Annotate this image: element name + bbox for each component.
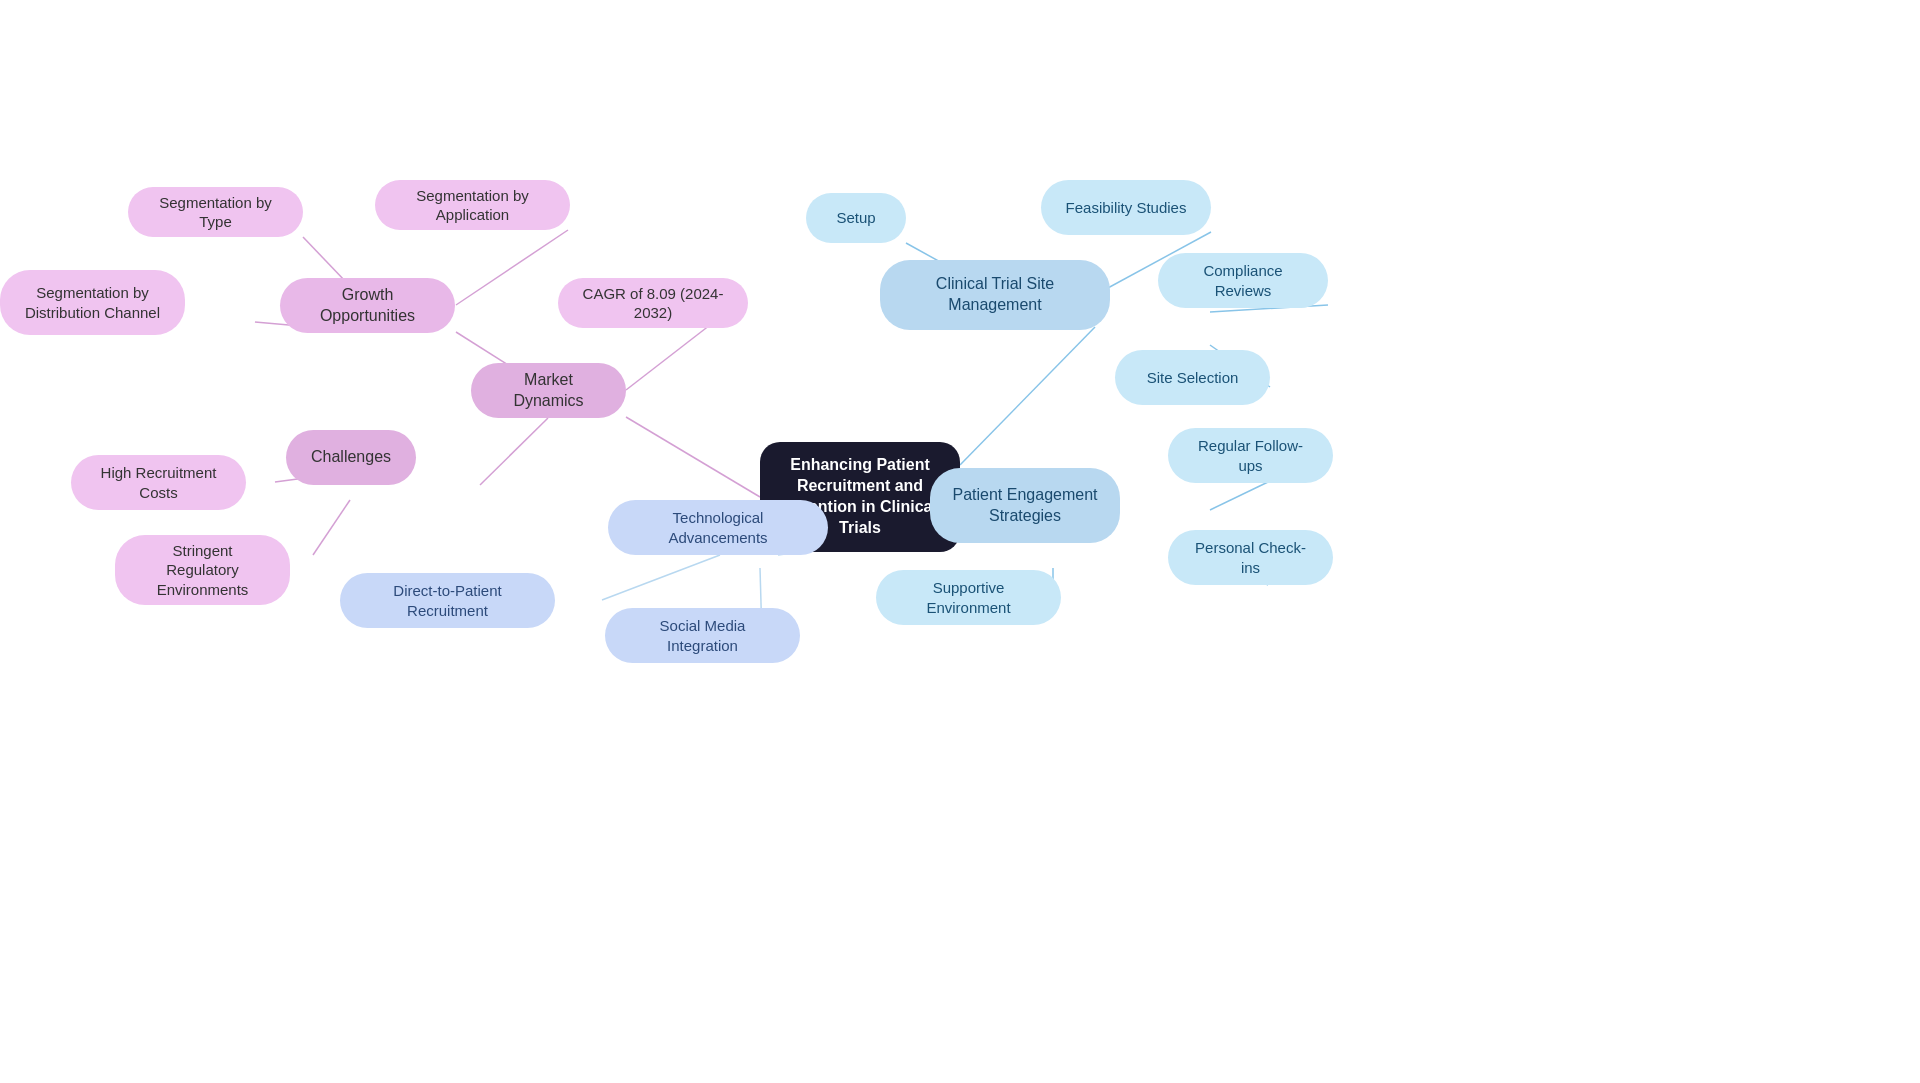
segmentation-application-label: Segmentation by Application bbox=[395, 186, 550, 225]
svg-line-8 bbox=[456, 230, 568, 305]
challenges-node: Challenges bbox=[286, 430, 416, 485]
high-recruitment-node: High Recruitment Costs bbox=[71, 455, 246, 510]
stringent-regulatory-node: Stringent Regulatory Environments bbox=[115, 535, 290, 605]
patient-engagement-label: Patient Engagement Strategies bbox=[950, 485, 1100, 527]
cagr-node: CAGR of 8.09 (2024-2032) bbox=[558, 278, 748, 328]
svg-line-2 bbox=[960, 327, 1095, 465]
site-selection-label: Site Selection bbox=[1147, 368, 1239, 388]
site-selection-node: Site Selection bbox=[1115, 350, 1270, 405]
clinical-trial-site-node: Clinical Trial Site Management bbox=[880, 260, 1110, 330]
social-media-node: Social Media Integration bbox=[605, 608, 800, 663]
svg-line-6 bbox=[626, 325, 710, 390]
patient-engagement-node: Patient Engagement Strategies bbox=[930, 468, 1120, 543]
direct-to-patient-label: Direct-to-Patient Recruitment bbox=[360, 581, 535, 620]
market-dynamics-node: Market Dynamics bbox=[471, 363, 626, 418]
segmentation-type-label: Segmentation by Type bbox=[148, 193, 283, 232]
social-media-label: Social Media Integration bbox=[625, 616, 780, 655]
market-dynamics-label: Market Dynamics bbox=[491, 370, 606, 412]
svg-line-5 bbox=[480, 418, 548, 485]
regular-followups-label: Regular Follow-ups bbox=[1188, 436, 1313, 475]
regular-followups-node: Regular Follow-ups bbox=[1168, 428, 1333, 483]
tech-advancements-label: Technological Advancements bbox=[628, 508, 808, 547]
feasibility-studies-label: Feasibility Studies bbox=[1066, 198, 1187, 218]
tech-advancements-node: Technological Advancements bbox=[608, 500, 828, 555]
mindmap-container: Enhancing Patient Recruitment and Retent… bbox=[0, 0, 1920, 1083]
supportive-environment-label: Supportive Environment bbox=[896, 578, 1041, 617]
segmentation-distribution-label: Segmentation by Distribution Channel bbox=[20, 283, 165, 322]
setup-label: Setup bbox=[836, 208, 875, 228]
supportive-environment-node: Supportive Environment bbox=[876, 570, 1061, 625]
compliance-reviews-node: Compliance Reviews bbox=[1158, 253, 1328, 308]
clinical-trial-site-label: Clinical Trial Site Management bbox=[900, 274, 1090, 316]
segmentation-type-node: Segmentation by Type bbox=[128, 187, 303, 237]
growth-opportunities-node: Growth Opportunities bbox=[280, 278, 455, 333]
direct-to-patient-node: Direct-to-Patient Recruitment bbox=[340, 573, 555, 628]
svg-line-11 bbox=[313, 500, 350, 555]
personal-checkins-label: Personal Check-ins bbox=[1188, 538, 1313, 577]
svg-line-18 bbox=[1210, 482, 1268, 510]
high-recruitment-label: High Recruitment Costs bbox=[91, 463, 226, 502]
stringent-regulatory-label: Stringent Regulatory Environments bbox=[135, 541, 270, 600]
segmentation-distribution-node: Segmentation by Distribution Channel bbox=[0, 270, 185, 335]
personal-checkins-node: Personal Check-ins bbox=[1168, 530, 1333, 585]
growth-opportunities-label: Growth Opportunities bbox=[300, 285, 435, 327]
feasibility-studies-node: Feasibility Studies bbox=[1041, 180, 1211, 235]
setup-node: Setup bbox=[806, 193, 906, 243]
cagr-label: CAGR of 8.09 (2024-2032) bbox=[578, 284, 728, 323]
challenges-label: Challenges bbox=[311, 447, 391, 468]
segmentation-application-node: Segmentation by Application bbox=[375, 180, 570, 230]
svg-line-12 bbox=[602, 555, 720, 600]
compliance-reviews-label: Compliance Reviews bbox=[1178, 261, 1308, 300]
svg-line-0 bbox=[626, 417, 760, 497]
